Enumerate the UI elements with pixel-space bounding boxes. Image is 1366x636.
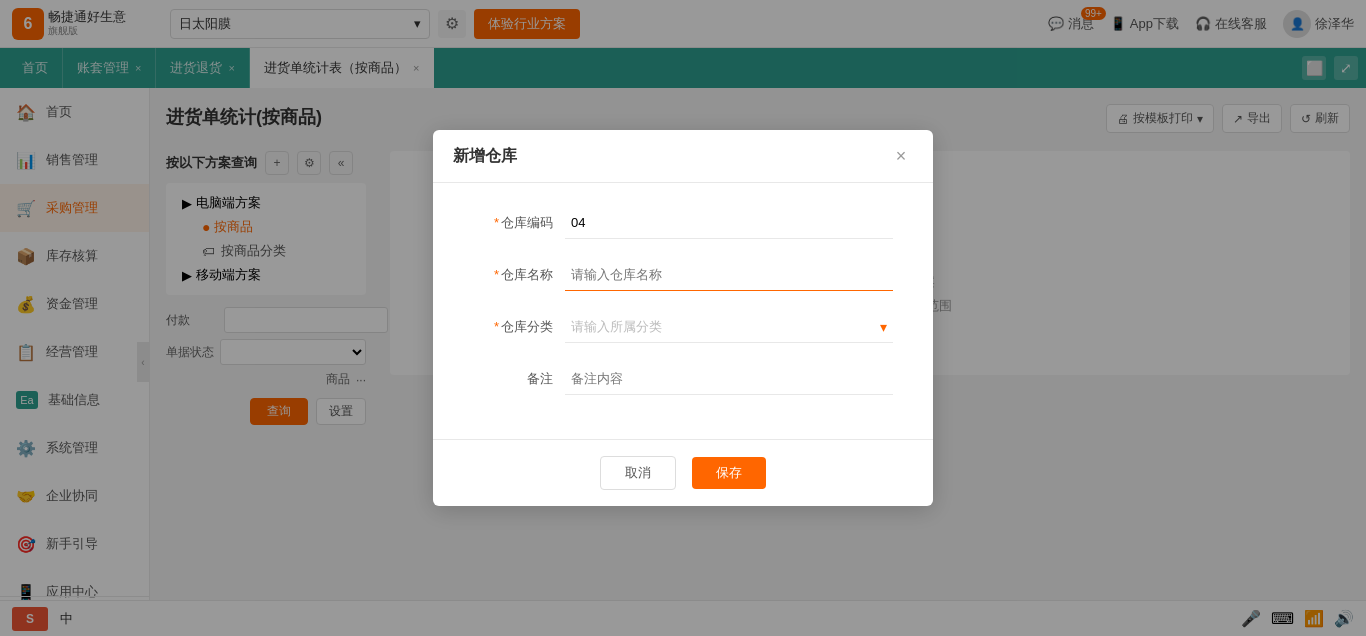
dialog-header: 新增仓库 × <box>433 130 933 183</box>
save-button[interactable]: 保存 <box>692 457 766 489</box>
name-input[interactable] <box>565 259 893 291</box>
dialog-new-warehouse: 新增仓库 × 仓库编码 仓库名称 仓库分类 请输入所属分类 ▾ <box>433 130 933 506</box>
dialog-footer: 取消 保存 <box>433 439 933 506</box>
remark-input[interactable] <box>565 363 893 395</box>
modal-overlay: 新增仓库 × 仓库编码 仓库名称 仓库分类 请输入所属分类 ▾ <box>0 0 1366 636</box>
form-row-code: 仓库编码 <box>473 207 893 239</box>
category-select-wrap: 请输入所属分类 ▾ <box>565 311 893 343</box>
form-row-name: 仓库名称 <box>473 259 893 291</box>
dialog-body: 仓库编码 仓库名称 仓库分类 请输入所属分类 ▾ 备注 <box>433 183 933 439</box>
close-icon[interactable]: × <box>889 144 913 168</box>
category-label: 仓库分类 <box>473 318 553 336</box>
dialog-title: 新增仓库 <box>453 146 517 167</box>
code-label: 仓库编码 <box>473 214 553 232</box>
chevron-down-icon: ▾ <box>880 319 887 335</box>
remark-label: 备注 <box>473 370 553 388</box>
code-input[interactable] <box>565 207 893 239</box>
cancel-button[interactable]: 取消 <box>600 456 676 490</box>
form-row-remark: 备注 <box>473 363 893 395</box>
name-label: 仓库名称 <box>473 266 553 284</box>
category-select[interactable]: 请输入所属分类 <box>565 311 893 343</box>
form-row-category: 仓库分类 请输入所属分类 ▾ <box>473 311 893 343</box>
